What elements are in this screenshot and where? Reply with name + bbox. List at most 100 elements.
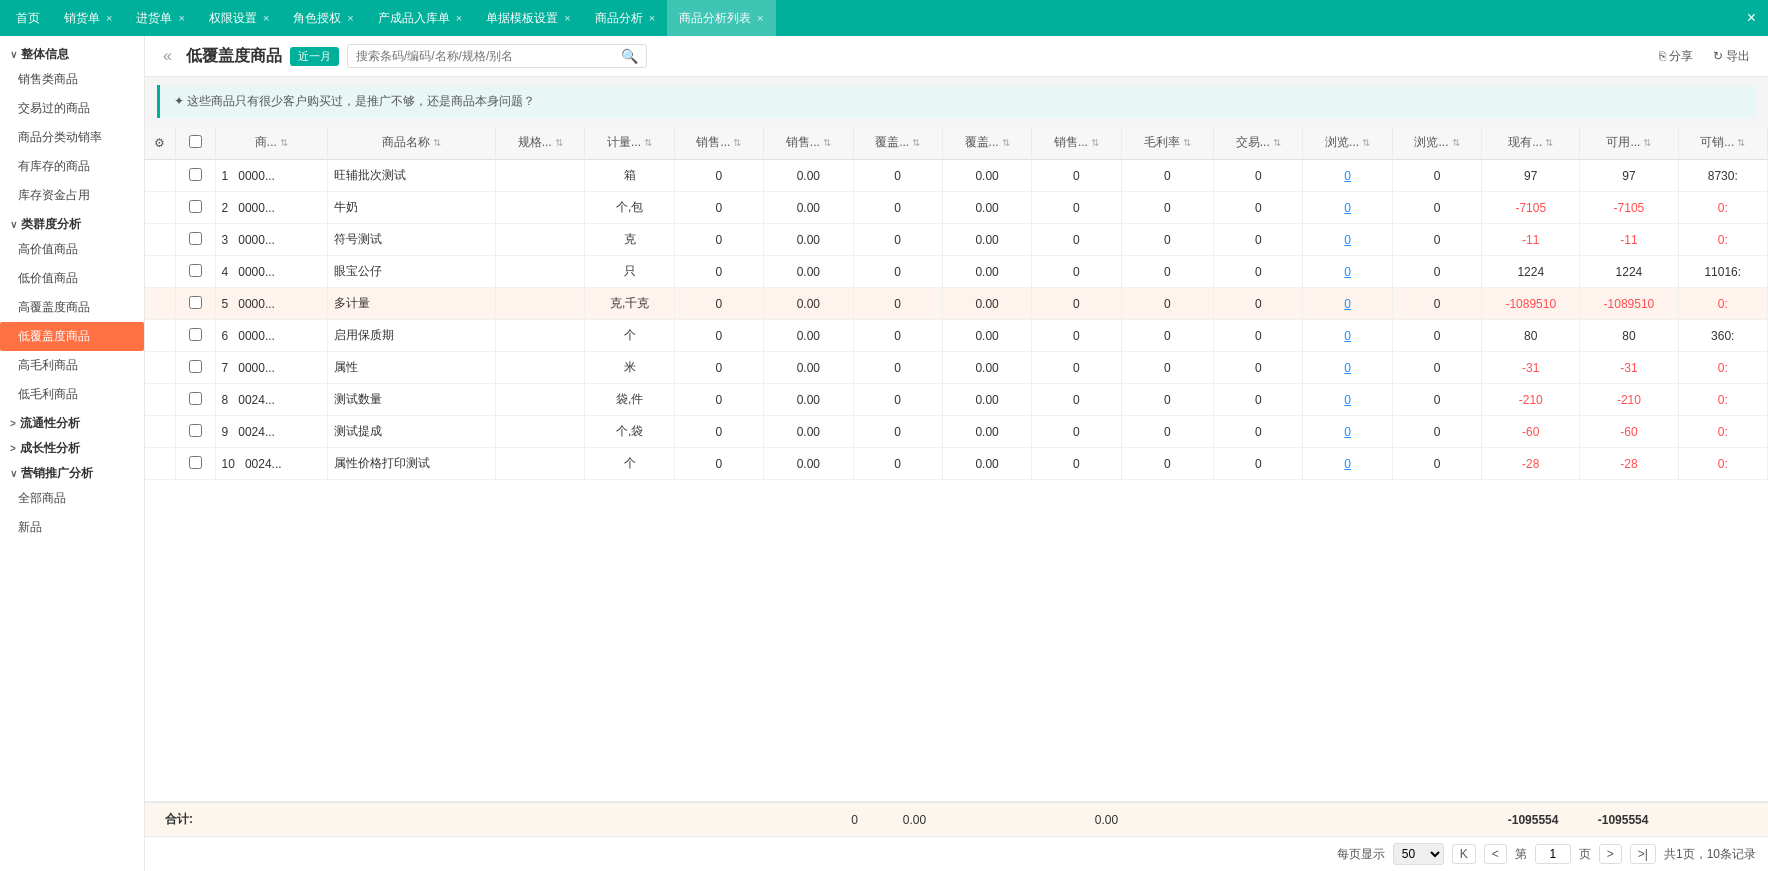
row-checkbox[interactable] — [175, 448, 215, 480]
sidebar-item-inventory-capital[interactable]: 库存资金占用 — [0, 181, 144, 210]
row-select-checkbox[interactable] — [189, 360, 202, 373]
row-select-checkbox[interactable] — [189, 392, 202, 405]
nav-tab-home[interactable]: 首页 — [4, 0, 52, 36]
row-select-checkbox[interactable] — [189, 168, 202, 181]
row-view1[interactable]: 0 — [1303, 160, 1392, 192]
row-view1[interactable]: 0 — [1303, 320, 1392, 352]
nav-tab-templates[interactable]: 单据模板设置 × — [474, 0, 582, 36]
row-select-checkbox[interactable] — [189, 232, 202, 245]
row-view1[interactable]: 0 — [1303, 224, 1392, 256]
sales-qty-column-header[interactable]: 销售...⇅ — [674, 126, 763, 160]
row-view1[interactable]: 0 — [1303, 384, 1392, 416]
sidebar-item-high-margin[interactable]: 高毛利商品 — [0, 351, 144, 380]
row-select-checkbox[interactable] — [189, 200, 202, 213]
row-view1[interactable]: 0 — [1303, 192, 1392, 224]
row-checkbox[interactable] — [175, 416, 215, 448]
sidebar-item-high-coverage[interactable]: 高覆盖度商品 — [0, 293, 144, 322]
unit-column-header[interactable]: 计量...⇅ — [585, 126, 674, 160]
row-select-checkbox[interactable] — [189, 296, 202, 309]
nav-tab-analysis[interactable]: 商品分析 × — [583, 0, 667, 36]
row-select-checkbox[interactable] — [189, 456, 202, 469]
sort-icon: ⇅ — [1183, 137, 1191, 148]
row-checkbox[interactable] — [175, 256, 215, 288]
sort-icon: ⇅ — [280, 137, 288, 148]
current-column-header[interactable]: 现有...⇅ — [1482, 126, 1580, 160]
export-button[interactable]: ↻ 导出 — [1707, 45, 1756, 68]
page-number-input[interactable] — [1535, 844, 1571, 864]
spec-column-header[interactable]: 规格...⇅ — [496, 126, 585, 160]
next-page-button[interactable]: > — [1599, 844, 1622, 864]
row-checkbox[interactable] — [175, 288, 215, 320]
window-close-button[interactable]: × — [1739, 5, 1764, 31]
nav-tab-inventory[interactable]: 产成品入库单 × — [366, 0, 474, 36]
close-icon[interactable]: × — [757, 12, 763, 24]
sidebar-item-new-goods[interactable]: 新品 — [0, 513, 144, 542]
row-checkbox[interactable] — [175, 384, 215, 416]
period-tag[interactable]: 近一月 — [290, 47, 339, 66]
available-column-header[interactable]: 可用...⇅ — [1580, 126, 1678, 160]
nav-tab-sales[interactable]: 销货单 × — [52, 0, 124, 36]
name-column-header[interactable]: 商品名称⇅ — [328, 126, 496, 160]
row-view1[interactable]: 0 — [1303, 288, 1392, 320]
nav-tab-roles[interactable]: 角色授权 × — [281, 0, 365, 36]
nav-tab-purchase[interactable]: 进货单 × — [124, 0, 196, 36]
sidebar-section-marketing[interactable]: ∨ 营销推广分析 — [0, 459, 144, 484]
search-input[interactable] — [356, 49, 617, 63]
row-unit: 只 — [585, 256, 674, 288]
row-checkbox[interactable] — [175, 352, 215, 384]
sidebar-item-low-value[interactable]: 低价值商品 — [0, 264, 144, 293]
sales-amt-column-header[interactable]: 销售...⇅ — [764, 126, 853, 160]
sidebar-section-cluster[interactable]: ∨ 类群度分析 — [0, 210, 144, 235]
sidebar-item-traded-goods[interactable]: 交易过的商品 — [0, 94, 144, 123]
code-column-header[interactable]: 商...⇅ — [215, 126, 328, 160]
row-select-checkbox[interactable] — [189, 424, 202, 437]
share-button[interactable]: ⎘ 分享 — [1653, 45, 1699, 68]
sidebar-item-low-margin[interactable]: 低毛利商品 — [0, 380, 144, 409]
row-view1[interactable]: 0 — [1303, 416, 1392, 448]
cover1-column-header[interactable]: 覆盖...⇅ — [853, 126, 942, 160]
row-view1[interactable]: 0 — [1303, 256, 1392, 288]
last-page-button[interactable]: >| — [1630, 844, 1656, 864]
row-checkbox[interactable] — [175, 192, 215, 224]
sidebar-item-stocked-goods[interactable]: 有库存的商品 — [0, 152, 144, 181]
gross-margin-column-header[interactable]: 毛利率⇅ — [1121, 126, 1213, 160]
trade-column-header[interactable]: 交易...⇅ — [1214, 126, 1303, 160]
settings-column-header[interactable]: ⚙ — [145, 126, 175, 160]
cover2-column-header[interactable]: 覆盖...⇅ — [942, 126, 1031, 160]
saleable-column-header[interactable]: 可销...⇅ — [1678, 126, 1768, 160]
nav-tab-analysis-list[interactable]: 商品分析列表 × — [667, 0, 775, 36]
view2-column-header[interactable]: 浏览...⇅ — [1392, 126, 1481, 160]
row-checkbox[interactable] — [175, 224, 215, 256]
sidebar-section-overall[interactable]: ∨ 整体信息 — [0, 40, 144, 65]
sidebar-item-low-coverage[interactable]: 低覆盖度商品 — [0, 322, 144, 351]
row-view1[interactable]: 0 — [1303, 448, 1392, 480]
sidebar-section-liquidity[interactable]: > 流通性分析 — [0, 409, 144, 434]
collapse-sidebar-button[interactable]: « — [157, 45, 178, 67]
row-checkbox[interactable] — [175, 320, 215, 352]
row-view1[interactable]: 0 — [1303, 352, 1392, 384]
close-icon[interactable]: × — [347, 12, 353, 24]
sidebar-section-growth[interactable]: > 成长性分析 — [0, 434, 144, 459]
sidebar-item-sales-goods[interactable]: 销售类商品 — [0, 65, 144, 94]
close-icon[interactable]: × — [649, 12, 655, 24]
sidebar-item-high-value[interactable]: 高价值商品 — [0, 235, 144, 264]
close-icon[interactable]: × — [564, 12, 570, 24]
close-icon[interactable]: × — [263, 12, 269, 24]
view1-column-header[interactable]: 浏览...⇅ — [1303, 126, 1392, 160]
close-icon[interactable]: × — [456, 12, 462, 24]
row-checkbox[interactable] — [175, 160, 215, 192]
first-page-button[interactable]: K — [1452, 844, 1476, 864]
row-select-checkbox[interactable] — [189, 264, 202, 277]
nav-tab-permissions[interactable]: 权限设置 × — [197, 0, 281, 36]
close-icon[interactable]: × — [106, 12, 112, 24]
checkbox-column-header[interactable] — [175, 126, 215, 160]
search-icon[interactable]: 🔍 — [621, 48, 638, 64]
per-page-select[interactable]: 50 20 100 — [1393, 843, 1444, 865]
close-icon[interactable]: × — [178, 12, 184, 24]
sidebar-item-all-goods[interactable]: 全部商品 — [0, 484, 144, 513]
select-all-checkbox[interactable] — [189, 135, 202, 148]
prev-page-button[interactable]: < — [1484, 844, 1507, 864]
sales3-column-header[interactable]: 销售...⇅ — [1032, 126, 1121, 160]
sidebar-item-category-rate[interactable]: 商品分类动销率 — [0, 123, 144, 152]
row-select-checkbox[interactable] — [189, 328, 202, 341]
